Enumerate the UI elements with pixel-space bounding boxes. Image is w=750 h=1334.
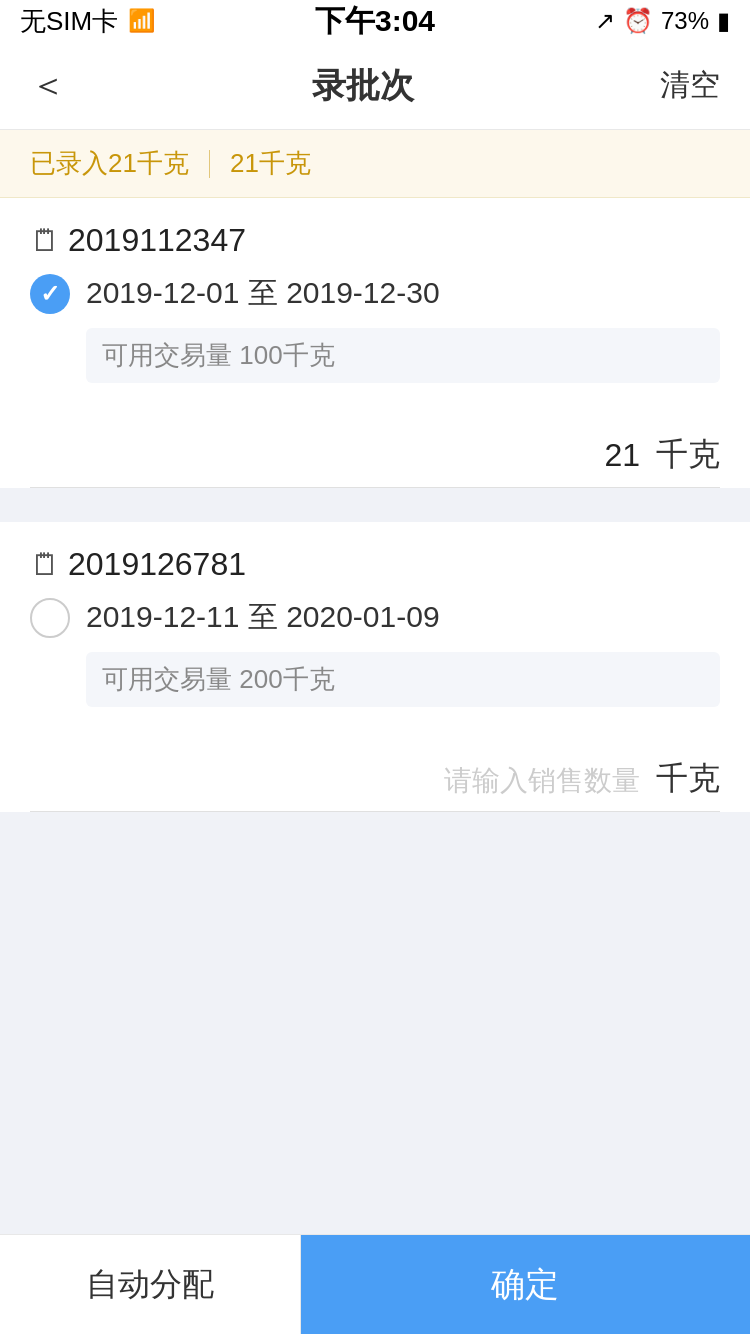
status-time: 下午3:04 <box>315 1 435 42</box>
item-id-1: 2019112347 <box>68 222 246 259</box>
status-right: ↗ ⏰ 73% ▮ <box>595 7 730 35</box>
recorded-label: 已录入21千克 <box>30 146 189 181</box>
wifi-icon: 📶 <box>128 8 155 34</box>
sim-status: 无SIM卡 <box>20 4 118 39</box>
battery-icon: ▮ <box>717 7 730 35</box>
item-date-2: 2019-12-11 至 2020-01-09 <box>86 597 440 638</box>
qty-input-2[interactable] <box>239 761 640 798</box>
nav-bar: ＜ 录批次 清空 <box>0 42 750 130</box>
unit-label-2: 千克 <box>656 757 720 801</box>
item-header-2: 🗒 2019126781 <box>30 546 720 583</box>
back-button[interactable]: ＜ <box>30 61 66 110</box>
confirm-button[interactable]: 确定 <box>301 1235 750 1334</box>
total-label: 21千克 <box>230 146 311 181</box>
item-card-2: 🗒 2019126781 2019-12-11 至 2020-01-09 可用交… <box>0 522 750 812</box>
page-title: 录批次 <box>312 63 414 109</box>
clear-button[interactable]: 清空 <box>660 65 720 106</box>
item-row-1[interactable]: 2019-12-01 至 2019-12-30 <box>30 273 720 314</box>
status-bar: 无SIM卡 📶 下午3:04 ↗ ⏰ 73% ▮ <box>0 0 750 42</box>
item-date-1: 2019-12-01 至 2019-12-30 <box>86 273 440 314</box>
auto-distribute-button[interactable]: 自动分配 <box>0 1235 301 1334</box>
available-tag-2: 可用交易量 200千克 <box>86 652 720 707</box>
item-id-2: 2019126781 <box>68 546 246 583</box>
qty-input-1[interactable] <box>239 437 640 474</box>
unit-label-1: 千克 <box>656 433 720 477</box>
alarm-icon: ⏰ <box>623 7 653 35</box>
item-row-2[interactable]: 2019-12-11 至 2020-01-09 <box>30 597 720 638</box>
bottom-spacer <box>0 826 750 1106</box>
item-card-1: 🗒 2019112347 2019-12-01 至 2019-12-30 可用交… <box>0 198 750 488</box>
section-gap <box>0 502 750 522</box>
doc-icon-1: 🗒 <box>30 224 60 258</box>
item-card-content-2: 🗒 2019126781 2019-12-11 至 2020-01-09 可用交… <box>0 522 750 741</box>
input-underline-2 <box>30 811 720 812</box>
info-banner: 已录入21千克 21千克 <box>0 130 750 198</box>
radio-unchecked-2[interactable] <box>30 598 70 638</box>
input-underline-1 <box>30 487 720 488</box>
available-tag-1: 可用交易量 100千克 <box>86 328 720 383</box>
bottom-bar: 自动分配 确定 <box>0 1234 750 1334</box>
input-row-1: 千克 <box>0 417 750 487</box>
doc-icon-2: 🗒 <box>30 548 60 582</box>
radio-checked-1[interactable] <box>30 274 70 314</box>
status-left: 无SIM卡 📶 <box>20 4 155 39</box>
banner-divider <box>209 150 210 178</box>
item-header-1: 🗒 2019112347 <box>30 222 720 259</box>
input-row-2: 千克 <box>0 741 750 811</box>
battery-level: 73% <box>661 7 709 35</box>
item-card-content-1: 🗒 2019112347 2019-12-01 至 2019-12-30 可用交… <box>0 198 750 417</box>
location-icon: ↗ <box>595 7 615 35</box>
